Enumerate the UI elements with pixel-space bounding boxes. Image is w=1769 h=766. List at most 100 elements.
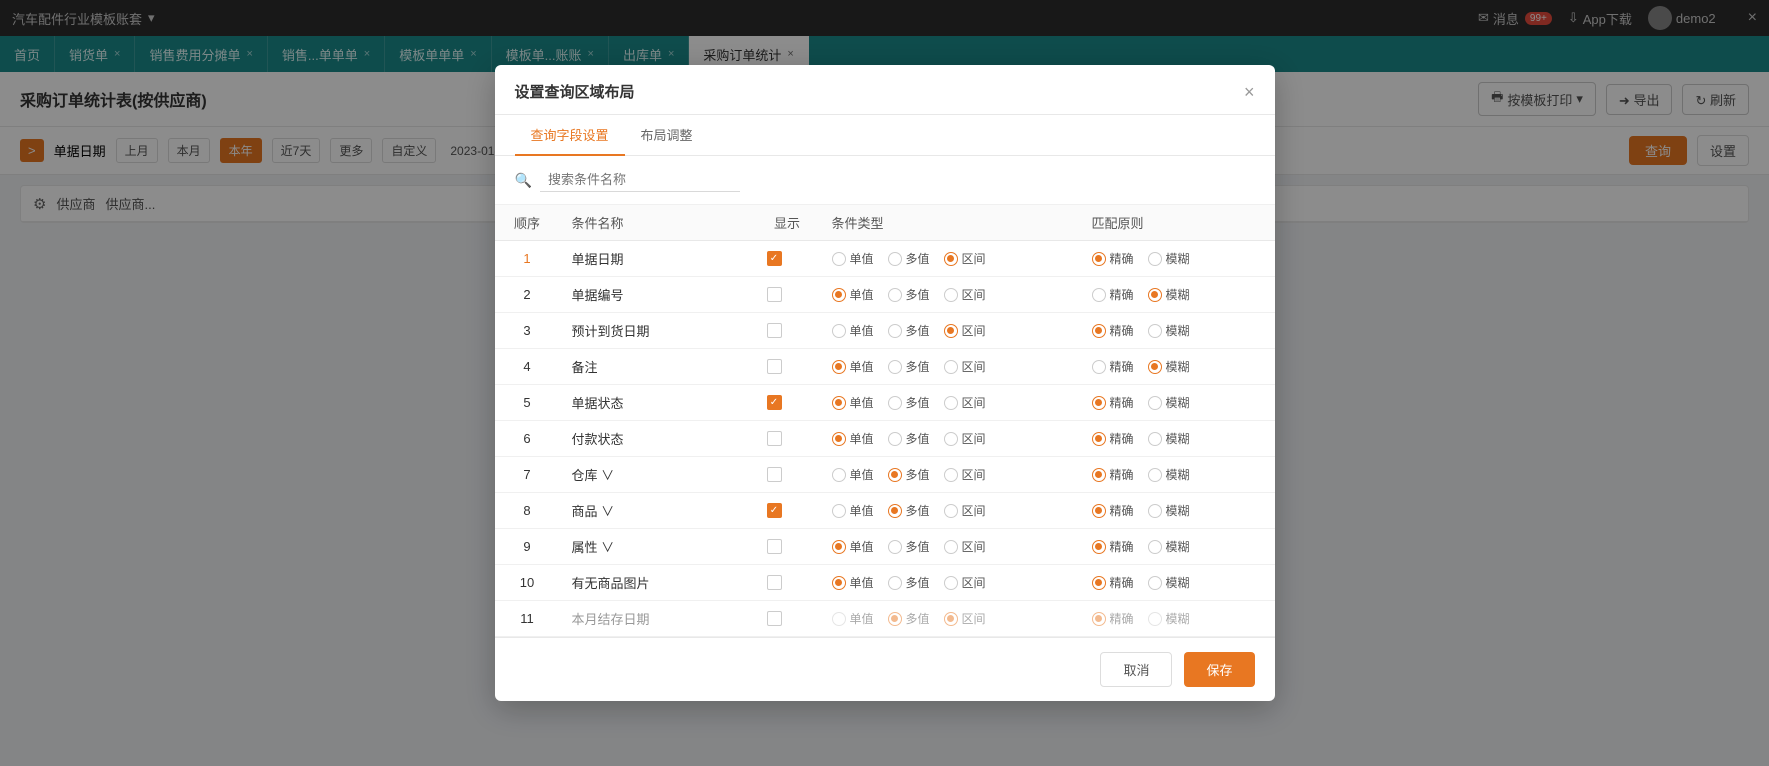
display-checkbox-cell[interactable] bbox=[755, 349, 820, 385]
radio-exact[interactable]: 精确 bbox=[1092, 610, 1134, 627]
radio-single[interactable]: 单值 bbox=[832, 466, 874, 483]
condition-name-cell: 付款状态 bbox=[560, 421, 755, 457]
display-checkbox-cell[interactable] bbox=[755, 421, 820, 457]
display-checkbox[interactable] bbox=[767, 467, 782, 482]
save-button[interactable]: 保存 bbox=[1184, 652, 1254, 687]
radio-fuzzy[interactable]: 模糊 bbox=[1148, 538, 1190, 555]
radio-range[interactable]: 区间 bbox=[944, 358, 986, 375]
modal-table: 顺序 条件名称 显示 条件类型 匹配原则 1单据日期✓单值多值区间精确模糊2单据… bbox=[495, 205, 1275, 637]
radio-fuzzy[interactable]: 模糊 bbox=[1148, 502, 1190, 519]
display-checkbox-cell[interactable]: ✓ bbox=[755, 385, 820, 421]
table-row: 3预计到货日期单值多值区间精确模糊 bbox=[495, 313, 1275, 349]
modal-tab-query-fields[interactable]: 查询字段设置 bbox=[515, 115, 625, 156]
display-checkbox-cell[interactable] bbox=[755, 529, 820, 565]
match-rule-cell: 精确模糊 bbox=[1080, 313, 1275, 349]
display-checkbox-cell[interactable]: ✓ bbox=[755, 493, 820, 529]
display-checkbox[interactable] bbox=[767, 431, 782, 446]
order-cell: 11 bbox=[495, 601, 560, 637]
radio-exact[interactable]: 精确 bbox=[1092, 538, 1134, 555]
radio-exact[interactable]: 精确 bbox=[1092, 394, 1134, 411]
display-checkbox-cell[interactable] bbox=[755, 313, 820, 349]
radio-exact[interactable]: 精确 bbox=[1092, 430, 1134, 447]
radio-single[interactable]: 单值 bbox=[832, 358, 874, 375]
radio-single[interactable]: 单值 bbox=[832, 430, 874, 447]
radio-range[interactable]: 区间 bbox=[944, 538, 986, 555]
display-checkbox[interactable]: ✓ bbox=[767, 251, 782, 266]
display-checkbox[interactable] bbox=[767, 287, 782, 302]
radio-exact[interactable]: 精确 bbox=[1092, 286, 1134, 303]
radio-range[interactable]: 区间 bbox=[944, 502, 986, 519]
radio-multi[interactable]: 多值 bbox=[888, 610, 930, 627]
radio-exact[interactable]: 精确 bbox=[1092, 250, 1134, 267]
condition-type-cell: 单值多值区间 bbox=[820, 565, 1080, 601]
radio-range[interactable]: 区间 bbox=[944, 322, 986, 339]
radio-multi[interactable]: 多值 bbox=[888, 574, 930, 591]
radio-fuzzy[interactable]: 模糊 bbox=[1148, 358, 1190, 375]
radio-range[interactable]: 区间 bbox=[944, 394, 986, 411]
display-checkbox[interactable]: ✓ bbox=[767, 503, 782, 518]
table-row: 10有无商品图片单值多值区间精确模糊 bbox=[495, 565, 1275, 601]
radio-exact[interactable]: 精确 bbox=[1092, 502, 1134, 519]
radio-multi[interactable]: 多值 bbox=[888, 286, 930, 303]
display-checkbox-cell[interactable] bbox=[755, 277, 820, 313]
radio-exact[interactable]: 精确 bbox=[1092, 574, 1134, 591]
radio-single[interactable]: 单值 bbox=[832, 286, 874, 303]
radio-multi[interactable]: 多值 bbox=[888, 502, 930, 519]
display-checkbox-cell[interactable] bbox=[755, 565, 820, 601]
radio-multi[interactable]: 多值 bbox=[888, 322, 930, 339]
radio-range[interactable]: 区间 bbox=[944, 250, 986, 267]
condition-type-cell: 单值多值区间 bbox=[820, 601, 1080, 637]
order-cell: 6 bbox=[495, 421, 560, 457]
radio-single[interactable]: 单值 bbox=[832, 574, 874, 591]
display-checkbox[interactable] bbox=[767, 539, 782, 554]
display-checkbox[interactable] bbox=[767, 323, 782, 338]
display-checkbox-cell[interactable] bbox=[755, 457, 820, 493]
order-cell: 9 bbox=[495, 529, 560, 565]
modal-overlay: 设置查询区域布局 × 查询字段设置 布局调整 🔍 bbox=[0, 0, 1769, 766]
modal-dialog: 设置查询区域布局 × 查询字段设置 布局调整 🔍 bbox=[495, 65, 1275, 701]
radio-single[interactable]: 单值 bbox=[832, 322, 874, 339]
radio-single[interactable]: 单值 bbox=[832, 394, 874, 411]
table-row: 11本月结存日期单值多值区间精确模糊 bbox=[495, 601, 1275, 637]
modal-tab-layout[interactable]: 布局调整 bbox=[625, 115, 709, 156]
display-checkbox[interactable] bbox=[767, 359, 782, 374]
radio-fuzzy[interactable]: 模糊 bbox=[1148, 610, 1190, 627]
radio-single[interactable]: 单值 bbox=[832, 250, 874, 267]
radio-fuzzy[interactable]: 模糊 bbox=[1148, 286, 1190, 303]
radio-multi[interactable]: 多值 bbox=[888, 466, 930, 483]
radio-range[interactable]: 区间 bbox=[944, 430, 986, 447]
radio-multi[interactable]: 多值 bbox=[888, 358, 930, 375]
display-checkbox[interactable] bbox=[767, 611, 782, 626]
radio-multi[interactable]: 多值 bbox=[888, 538, 930, 555]
radio-range[interactable]: 区间 bbox=[944, 286, 986, 303]
radio-multi[interactable]: 多值 bbox=[888, 250, 930, 267]
radio-fuzzy[interactable]: 模糊 bbox=[1148, 250, 1190, 267]
order-cell: 3 bbox=[495, 313, 560, 349]
condition-search-input[interactable] bbox=[540, 168, 740, 192]
match-rule-cell: 精确模糊 bbox=[1080, 385, 1275, 421]
radio-multi[interactable]: 多值 bbox=[888, 394, 930, 411]
display-checkbox-cell[interactable] bbox=[755, 601, 820, 637]
radio-fuzzy[interactable]: 模糊 bbox=[1148, 574, 1190, 591]
radio-range[interactable]: 区间 bbox=[944, 610, 986, 627]
radio-fuzzy[interactable]: 模糊 bbox=[1148, 322, 1190, 339]
condition-type-cell: 单值多值区间 bbox=[820, 385, 1080, 421]
radio-fuzzy[interactable]: 模糊 bbox=[1148, 430, 1190, 447]
radio-single[interactable]: 单值 bbox=[832, 502, 874, 519]
radio-fuzzy[interactable]: 模糊 bbox=[1148, 394, 1190, 411]
modal-close-button[interactable]: × bbox=[1244, 83, 1255, 101]
radio-single[interactable]: 单值 bbox=[832, 538, 874, 555]
display-checkbox[interactable]: ✓ bbox=[767, 395, 782, 410]
radio-exact[interactable]: 精确 bbox=[1092, 322, 1134, 339]
radio-fuzzy[interactable]: 模糊 bbox=[1148, 466, 1190, 483]
radio-range[interactable]: 区间 bbox=[944, 574, 986, 591]
display-checkbox[interactable] bbox=[767, 575, 782, 590]
display-checkbox-cell[interactable]: ✓ bbox=[755, 241, 820, 277]
radio-single[interactable]: 单值 bbox=[832, 610, 874, 627]
radio-range[interactable]: 区间 bbox=[944, 466, 986, 483]
table-row: 8商品 ∨✓单值多值区间精确模糊 bbox=[495, 493, 1275, 529]
radio-exact[interactable]: 精确 bbox=[1092, 358, 1134, 375]
cancel-button[interactable]: 取消 bbox=[1100, 652, 1172, 687]
radio-exact[interactable]: 精确 bbox=[1092, 466, 1134, 483]
radio-multi[interactable]: 多值 bbox=[888, 430, 930, 447]
